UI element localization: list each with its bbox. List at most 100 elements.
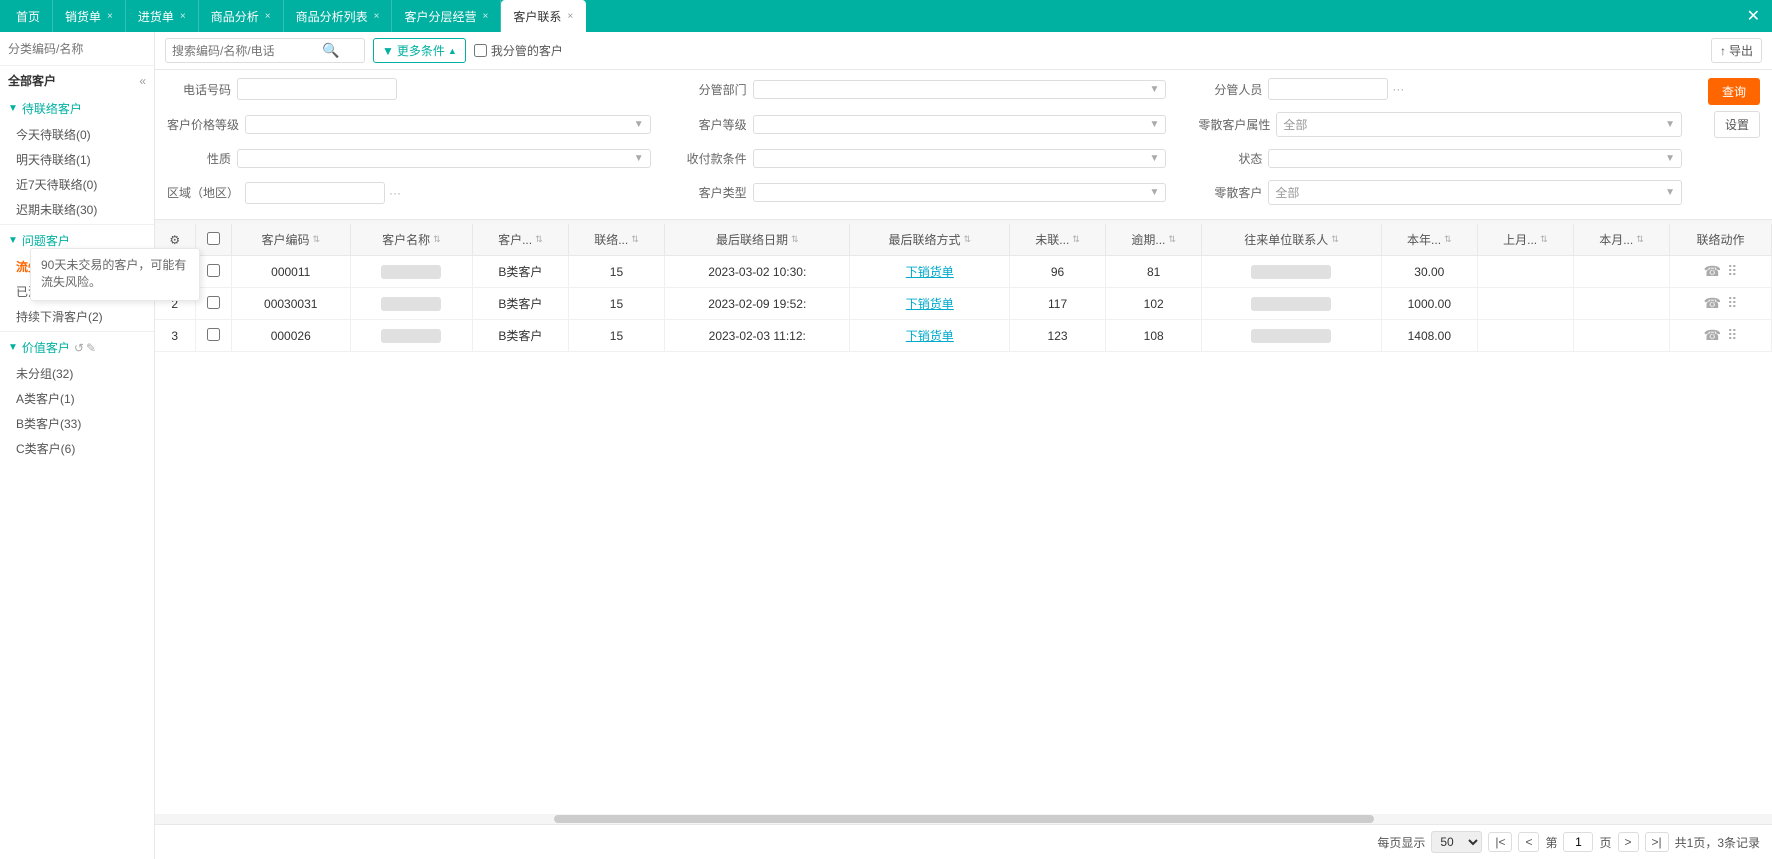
sidebar-item-b-class[interactable]: B类客户(33) bbox=[0, 411, 154, 436]
select-all-checkbox[interactable] bbox=[207, 232, 220, 245]
tab-customer-contact-close[interactable]: × bbox=[567, 11, 573, 22]
tab-product-list-close[interactable]: × bbox=[374, 11, 380, 22]
sort-arrow-last-method[interactable]: ⇅ bbox=[963, 234, 971, 245]
sort-arrow-contact-person[interactable]: ⇅ bbox=[1331, 234, 1339, 245]
sidebar-item-a-class[interactable]: A类客户(1) bbox=[0, 386, 154, 411]
sort-arrow-this-month[interactable]: ⇅ bbox=[1636, 234, 1644, 245]
sort-arrow-this-year[interactable]: ⇅ bbox=[1444, 234, 1452, 245]
customer-level-select[interactable]: ▼ bbox=[753, 115, 1167, 134]
status-select[interactable]: ▼ bbox=[1268, 149, 1682, 168]
sidebar-item-ungrouped[interactable]: 未分组(32) bbox=[0, 361, 154, 386]
page-number-input[interactable] bbox=[1563, 832, 1593, 852]
last-page-button[interactable]: >| bbox=[1645, 832, 1669, 852]
all-customers-header[interactable]: 全部客户 « bbox=[0, 66, 154, 95]
action-contact-icon-2[interactable]: ☎ bbox=[1704, 327, 1721, 344]
tab-purchase[interactable]: 进货单 × bbox=[126, 0, 199, 32]
last-method-link-0[interactable]: 下销货单 bbox=[906, 265, 954, 279]
action-more-icon-1[interactable]: ⠿ bbox=[1727, 295, 1737, 312]
filter-search-input[interactable] bbox=[172, 44, 322, 58]
sidebar-item-declining[interactable]: 持续下滑客户(2) bbox=[0, 304, 154, 329]
price-level-arrow: ▼ bbox=[634, 119, 644, 130]
row-checkbox-0[interactable] bbox=[207, 264, 220, 277]
first-page-button[interactable]: |< bbox=[1488, 832, 1512, 852]
sort-arrow-uncontacted[interactable]: ⇅ bbox=[1072, 234, 1080, 245]
dept-select[interactable]: ▼ bbox=[753, 80, 1167, 99]
customer-level-arrow: ▼ bbox=[1149, 119, 1159, 130]
customer-type-select[interactable]: ▼ bbox=[753, 183, 1167, 202]
sort-arrow-last-date[interactable]: ⇅ bbox=[791, 234, 799, 245]
payment-select[interactable]: ▼ bbox=[753, 149, 1167, 168]
sort-arrow-contact-count[interactable]: ⇅ bbox=[631, 234, 639, 245]
tab-product-list[interactable]: 商品分析列表 × bbox=[284, 0, 393, 32]
window-close-button[interactable]: ✕ bbox=[1739, 6, 1768, 26]
sidebar-item-today[interactable]: 今天待联络(0) bbox=[0, 122, 154, 147]
tab-sales-close[interactable]: × bbox=[107, 11, 113, 22]
region-more-btn[interactable]: ··· bbox=[385, 186, 405, 200]
sidebar-collapse-icon[interactable]: « bbox=[139, 74, 146, 88]
col-type: 客户... ⇅ bbox=[472, 224, 568, 256]
sidebar-search-input[interactable] bbox=[8, 42, 155, 56]
sort-arrow-type[interactable]: ⇅ bbox=[535, 234, 543, 245]
page-size-select[interactable]: 50 100 bbox=[1431, 831, 1482, 853]
query-button[interactable]: 查询 bbox=[1708, 78, 1760, 105]
phone-input[interactable] bbox=[237, 78, 397, 100]
sort-arrow-overdue[interactable]: ⇅ bbox=[1168, 234, 1176, 245]
prev-page-button[interactable]: < bbox=[1518, 832, 1539, 852]
cell-check-0 bbox=[195, 256, 231, 288]
tab-customer-tier[interactable]: 客户分层经营 × bbox=[392, 0, 501, 32]
horizontal-scroll-bar[interactable] bbox=[155, 814, 1772, 824]
action-more-icon-2[interactable]: ⠿ bbox=[1727, 327, 1737, 344]
sidebar-item-overdue[interactable]: 迟期未联络(30) bbox=[0, 197, 154, 222]
gender-select[interactable]: ▼ bbox=[237, 149, 651, 168]
last-method-link-1[interactable]: 下销货单 bbox=[906, 297, 954, 311]
action-contact-icon-1[interactable]: ☎ bbox=[1704, 295, 1721, 312]
filter-field-status: 状态 ▼ bbox=[1198, 149, 1682, 168]
sidebar-item-7days[interactable]: 近7天待联络(0) bbox=[0, 172, 154, 197]
sidebar-item-c-class[interactable]: C类客户(6) bbox=[0, 436, 154, 461]
tab-product-analysis[interactable]: 商品分析 × bbox=[199, 0, 284, 32]
sort-arrow-code[interactable]: ⇅ bbox=[312, 234, 320, 245]
staff-input[interactable] bbox=[1268, 78, 1388, 100]
tab-home[interactable]: 首页 bbox=[4, 0, 53, 32]
sort-arrow-last-month[interactable]: ⇅ bbox=[1540, 234, 1548, 245]
query-settings-group: 查询 设置 bbox=[1690, 78, 1760, 138]
price-level-select[interactable]: ▼ bbox=[245, 115, 651, 134]
col-uncontacted: 未联... ⇅ bbox=[1010, 224, 1106, 256]
cell-name-0 bbox=[350, 256, 472, 288]
filter-search-icon[interactable]: 🔍 bbox=[322, 42, 339, 59]
value-refresh-icon[interactable]: ↺ bbox=[74, 341, 84, 355]
zero-customer-label: 零散客户 bbox=[1198, 184, 1268, 201]
tab-purchase-close[interactable]: × bbox=[180, 11, 186, 22]
row-checkbox-1[interactable] bbox=[207, 296, 220, 309]
horizontal-scroll-thumb[interactable] bbox=[554, 815, 1374, 823]
region-input[interactable] bbox=[245, 182, 385, 204]
more-conditions-button[interactable]: ▼ 更多条件 ▲ bbox=[373, 38, 466, 63]
sidebar-item-tomorrow[interactable]: 明天待联络(1) bbox=[0, 147, 154, 172]
tab-sales[interactable]: 销货单 × bbox=[53, 0, 126, 32]
tab-customer-contact[interactable]: 客户联系 × bbox=[501, 0, 586, 32]
cell-code-0: 000011 bbox=[231, 256, 350, 288]
action-more-icon-0[interactable]: ⠿ bbox=[1727, 263, 1737, 280]
settings-col-icon[interactable]: ⚙ bbox=[169, 233, 180, 247]
filter-field-zero-attr: 零散客户属性 全部 ▼ bbox=[1198, 112, 1682, 137]
value-edit-icon[interactable]: ✎ bbox=[86, 341, 96, 355]
action-contact-icon-0[interactable]: ☎ bbox=[1704, 263, 1721, 280]
cell-contact-count-1: 15 bbox=[568, 288, 664, 320]
export-button[interactable]: ↑ 导出 bbox=[1711, 38, 1762, 63]
sort-arrow-name[interactable]: ⇅ bbox=[433, 234, 441, 245]
tab-product-analysis-close[interactable]: × bbox=[265, 11, 271, 22]
pending-group-title[interactable]: ▼ 待联络客户 bbox=[0, 95, 154, 122]
filter-row-1: 电话号码 分管部门 ▼ 分管人员 bbox=[167, 78, 1682, 100]
value-group-title[interactable]: ▼ 价值客户 ↺ ✎ bbox=[0, 334, 154, 361]
row-checkbox-2[interactable] bbox=[207, 328, 220, 341]
my-customers-checkbox[interactable] bbox=[474, 44, 487, 57]
value-arrow-icon: ▼ bbox=[8, 342, 18, 353]
last-method-link-2[interactable]: 下销货单 bbox=[906, 329, 954, 343]
tab-customer-tier-close[interactable]: × bbox=[482, 11, 488, 22]
table-row: 3 000026 B类客户 15 2023-02-03 11:12: 下销货单 … bbox=[155, 320, 1772, 352]
next-page-button[interactable]: > bbox=[1618, 832, 1639, 852]
staff-more-btn[interactable]: ··· bbox=[1388, 82, 1408, 96]
zero-customer-select[interactable]: 全部 ▼ bbox=[1268, 180, 1682, 205]
zero-attr-select[interactable]: 全部 ▼ bbox=[1276, 112, 1682, 137]
settings-button[interactable]: 设置 bbox=[1714, 111, 1760, 138]
